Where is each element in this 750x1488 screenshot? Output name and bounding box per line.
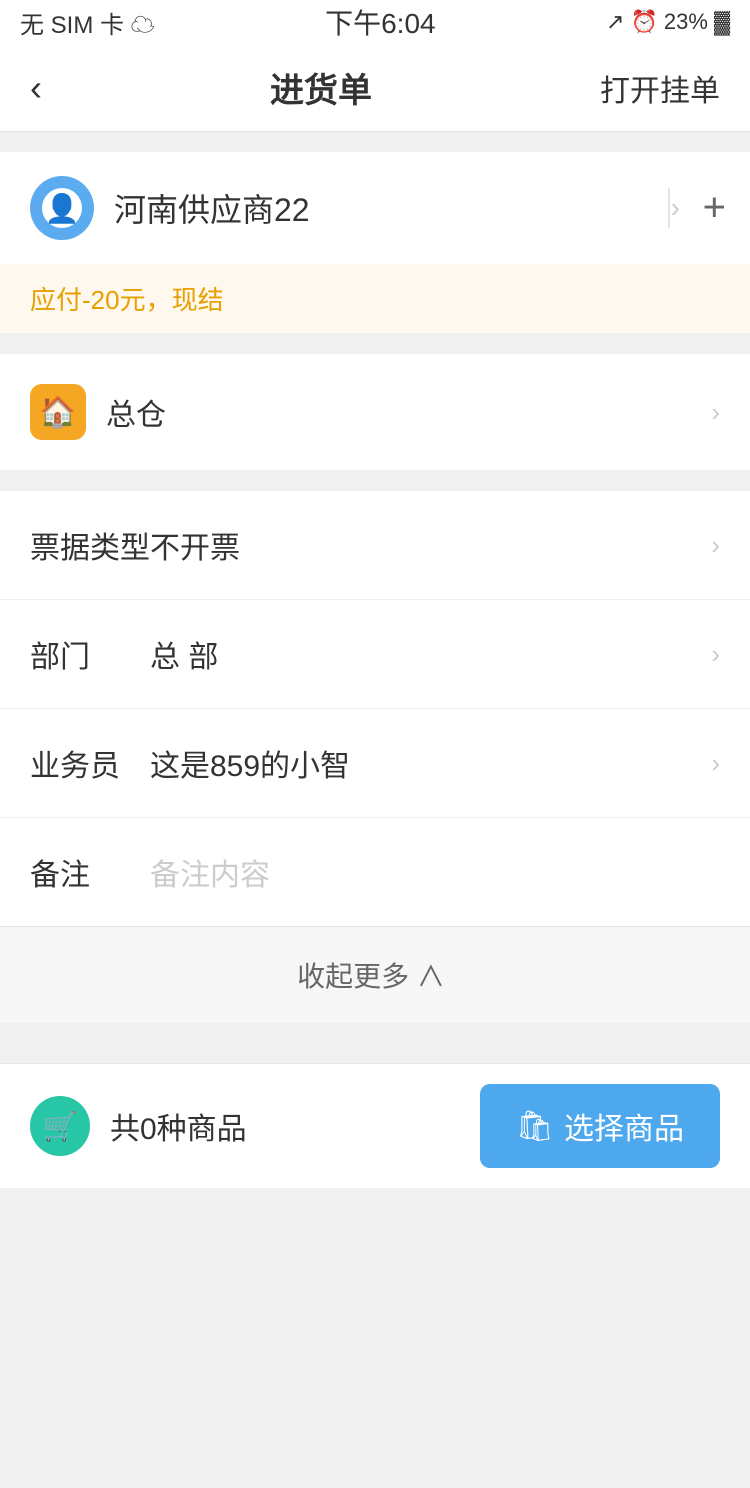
sim-status: 无 SIM 卡 ☁ <box>20 5 155 40</box>
collapse-toggle[interactable]: 收起更多 ∧ <box>0 926 750 1023</box>
section-gap-3 <box>0 470 750 490</box>
collapse-label: 收起更多 ∧ <box>297 955 445 995</box>
invoice-type-label: 票据类型 <box>30 523 150 567</box>
department-label: 部门 <box>30 632 150 676</box>
page-title: 进货单 <box>270 63 372 112</box>
person-icon: 👤 <box>45 192 80 225</box>
notice-text: 应付-20元，现结 <box>30 285 224 315</box>
supplier-chevron-icon: › <box>671 192 680 224</box>
department-chevron-icon: › <box>711 639 720 670</box>
status-bar: 无 SIM 卡 ☁ 下午6:04 ↗ ⏰ 23% ▓ <box>0 0 750 44</box>
supplier-name: 河南供应商22 <box>114 185 671 231</box>
warehouse-icon: 🏠 <box>39 395 76 430</box>
supplier-row[interactable]: 👤 河南供应商22 › + <box>0 152 750 264</box>
battery-level: 23% <box>664 9 708 35</box>
section-gap-4 <box>0 1023 750 1043</box>
location-icon: ↗ <box>606 9 624 35</box>
warehouse-section: 🏠 总仓 › <box>0 353 750 470</box>
warehouse-row[interactable]: 🏠 总仓 › <box>0 353 750 470</box>
supplier-section: 👤 河南供应商22 › + 应付-20元，现结 <box>0 152 750 333</box>
status-time: 下午6:04 <box>325 2 436 42</box>
department-row[interactable]: 部门 总 部 › <box>0 599 750 708</box>
open-pending-button[interactable]: 打开挂单 <box>600 66 720 110</box>
remark-row[interactable]: 备注 备注内容 <box>0 817 750 926</box>
warehouse-chevron-icon: › <box>711 397 720 428</box>
product-count: 共0种商品 <box>110 1104 480 1148</box>
remark-label: 备注 <box>30 850 150 894</box>
section-gap-2 <box>0 333 750 353</box>
battery-icon: ▓ <box>714 9 730 35</box>
add-button[interactable]: + <box>703 186 726 231</box>
salesperson-value: 这是859的小智 <box>150 741 711 785</box>
section-gap-1 <box>0 132 750 152</box>
warehouse-label: 总仓 <box>106 390 711 434</box>
select-product-button[interactable]: 🛍 选择商品 <box>480 1084 720 1168</box>
salesperson-chevron-icon: › <box>711 748 720 779</box>
status-right: ↗ ⏰ 23% ▓ <box>606 9 730 35</box>
avatar-icon: 👤 <box>42 188 82 228</box>
alarm-icon: ⏰ <box>630 9 657 35</box>
select-product-icon: 🛍 <box>516 1109 554 1144</box>
salesperson-row[interactable]: 业务员 这是859的小智 › <box>0 708 750 817</box>
status-left: 无 SIM 卡 ☁ <box>20 5 155 40</box>
select-product-label: 选择商品 <box>564 1104 684 1148</box>
bottom-bar: 🛒 共0种商品 🛍 选择商品 <box>0 1063 750 1188</box>
supplier-divider <box>668 188 670 228</box>
form-section: 票据类型 不开票 › 部门 总 部 › 业务员 这是859的小智 › 备注 备注… <box>0 490 750 1023</box>
invoice-type-chevron-icon: › <box>711 530 720 561</box>
cart-icon: 🛒 <box>43 1110 78 1143</box>
warehouse-icon-bg: 🏠 <box>30 384 86 440</box>
invoice-type-row[interactable]: 票据类型 不开票 › <box>0 490 750 599</box>
supplier-avatar: 👤 <box>30 176 94 240</box>
salesperson-label: 业务员 <box>30 741 150 785</box>
invoice-type-value: 不开票 <box>150 523 711 567</box>
cart-icon-bg: 🛒 <box>30 1096 90 1156</box>
page-background <box>0 1188 750 1488</box>
department-value: 总 部 <box>150 632 711 676</box>
back-button[interactable]: ‹ <box>30 67 42 109</box>
nav-bar: ‹ 进货单 打开挂单 <box>0 44 750 132</box>
notice-banner: 应付-20元，现结 <box>0 264 750 333</box>
remark-input[interactable]: 备注内容 <box>150 850 720 894</box>
